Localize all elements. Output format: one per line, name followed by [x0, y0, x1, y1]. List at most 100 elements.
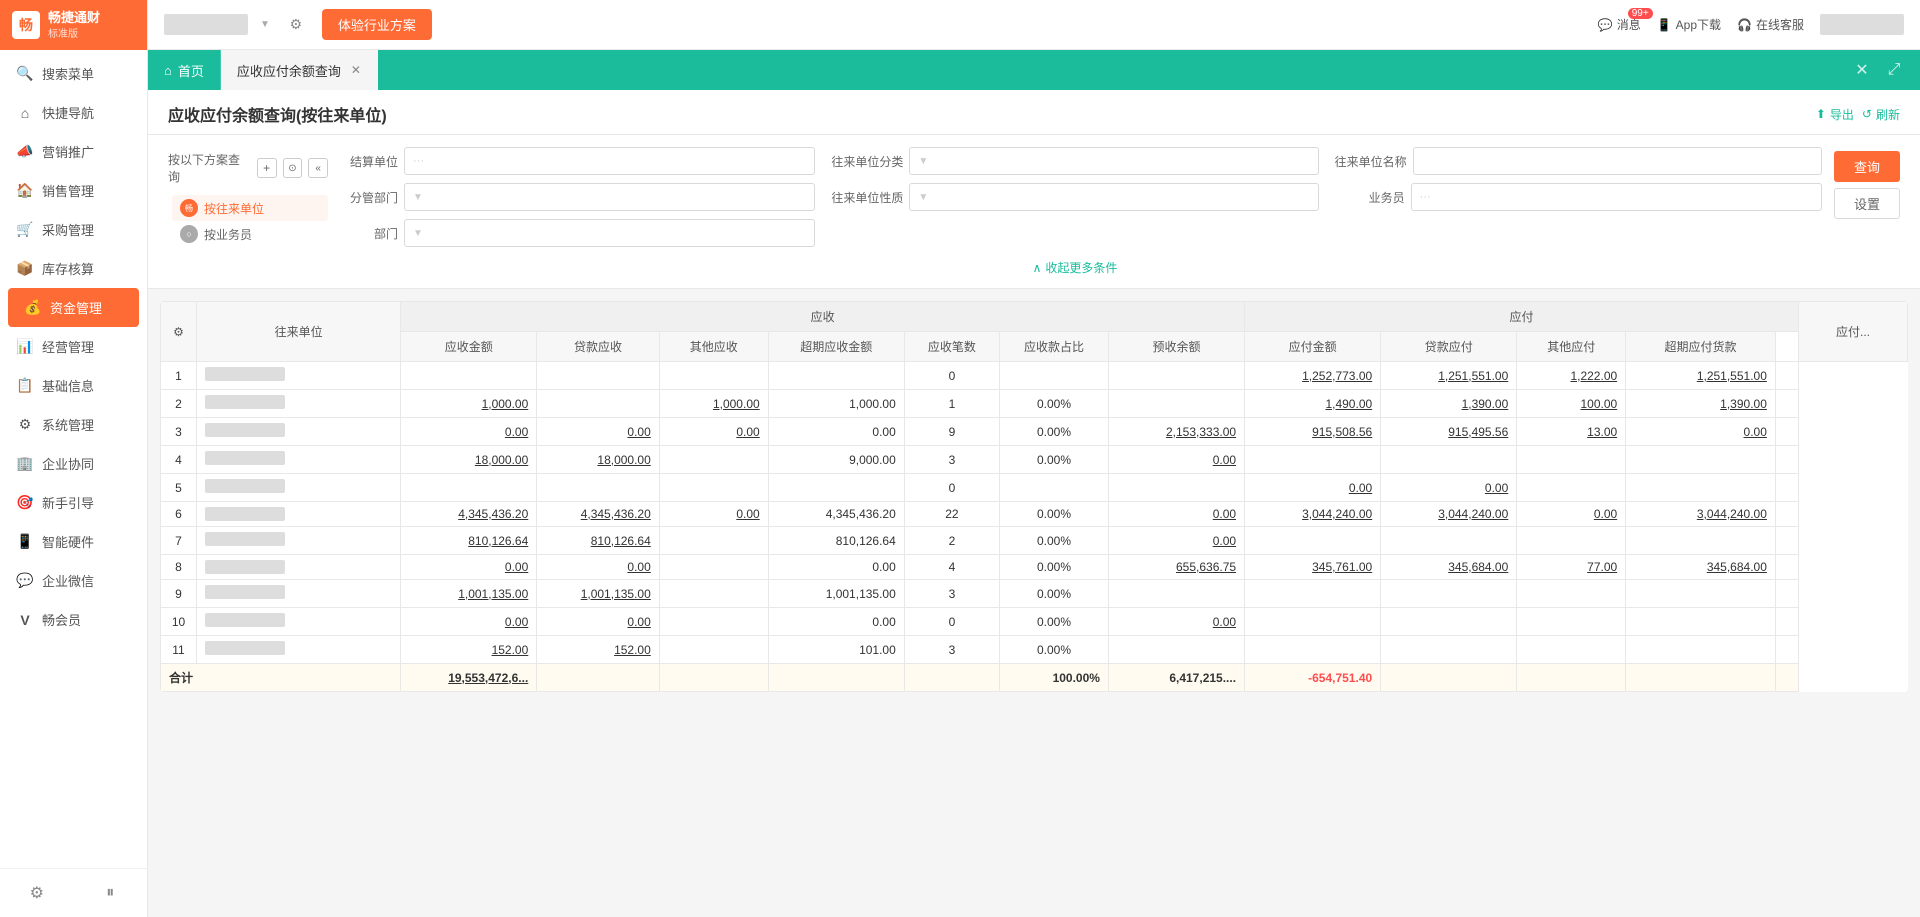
tab-ar-ap-query[interactable]: 应收应付余额查询 ✕ [221, 50, 378, 90]
table-cell[interactable]: 1,251,551.00 [1626, 362, 1776, 390]
sidebar-item-inventory[interactable]: 📦 库存核算 [0, 249, 147, 288]
table-cell[interactable]: 3,044,240.00 [1245, 502, 1381, 527]
table-cell[interactable]: 0.00 [537, 418, 660, 446]
table-cell[interactable]: 18,000.00 [401, 446, 537, 474]
table-cell[interactable]: 152.00 [537, 636, 660, 664]
app-download-button[interactable]: 📱 App下载 [1657, 16, 1721, 33]
table-cell[interactable]: 3,044,240.00 [1381, 502, 1517, 527]
sidebar-item-operation[interactable]: 📊 经营管理 [0, 327, 147, 366]
table-cell[interactable]: 3,044,240.00 [1626, 502, 1776, 527]
table-cell[interactable]: 152.00 [401, 636, 537, 664]
table-cell[interactable]: 2,153,333.00 [1108, 418, 1244, 446]
partner-category-select[interactable]: ▼ [909, 147, 1318, 175]
table-cell[interactable]: 1,251,551.00 [1381, 362, 1517, 390]
sidebar-item-enterprise[interactable]: 🏢 企业协同 [0, 444, 147, 483]
sidebar-item-purchase[interactable]: 🛒 采购管理 [0, 210, 147, 249]
table-cell[interactable]: 0.00 [401, 608, 537, 636]
table-cell[interactable]: 1,001,135.00 [401, 580, 537, 608]
partner-name-input[interactable] [1413, 147, 1822, 175]
filter-settings-button[interactable]: ⊙ [283, 158, 303, 178]
filter-add-button[interactable]: + [257, 158, 277, 178]
table-cell[interactable]: 0.00 [659, 502, 768, 527]
tab-maximize-icon[interactable]: ⤢ [1880, 56, 1908, 84]
table-cell[interactable]: 0.00 [659, 418, 768, 446]
sidebar-item-finance[interactable]: 💰 资金管理 [8, 288, 139, 327]
table-cell[interactable]: 0.00 [401, 555, 537, 580]
table-cell[interactable]: 1,000.00 [401, 390, 537, 418]
ar-count: 4 [904, 555, 999, 580]
table-cell[interactable]: 345,684.00 [1626, 555, 1776, 580]
table-cell[interactable]: 0.00 [1517, 502, 1626, 527]
table-row: 91,001,135.001,001,135.001,001,135.0030.… [161, 580, 1908, 608]
collapse-more-button[interactable]: ∧ 收起更多条件 [1025, 255, 1126, 280]
table-cell[interactable]: 13.00 [1517, 418, 1626, 446]
table-cell[interactable]: 1,390.00 [1626, 390, 1776, 418]
table-cell[interactable]: 1,001,135.00 [537, 580, 660, 608]
sidebar-collapse-icon[interactable]: ⏸ [94, 877, 126, 909]
table-cell[interactable]: 915,508.56 [1245, 418, 1381, 446]
table-cell[interactable]: 1,252,773.00 [1245, 362, 1381, 390]
sidebar-item-quick-nav[interactable]: ⌂ 快捷导航 [0, 93, 147, 132]
table-settings-icon[interactable]: ⚙ [173, 325, 184, 339]
sidebar-item-system[interactable]: ⚙ 系统管理 [0, 405, 147, 444]
table-cell[interactable]: 0.00 [537, 608, 660, 636]
online-service-button[interactable]: 🎧 在线客服 [1737, 16, 1804, 33]
table-cell[interactable]: 0.00 [537, 555, 660, 580]
table-cell[interactable]: 77.00 [1517, 555, 1626, 580]
sidebar-item-sales[interactable]: 🏠 销售管理 [0, 171, 147, 210]
table-cell[interactable]: 4,345,436.20 [537, 502, 660, 527]
table-cell[interactable]: 4,345,436.20 [401, 502, 537, 527]
table-cell[interactable]: 0.00 [1108, 608, 1244, 636]
table-cell[interactable]: 0.00 [1245, 474, 1381, 502]
sidebar-item-guide[interactable]: 🎯 新手引导 [0, 483, 147, 522]
gear-icon[interactable]: ⚙ [282, 11, 310, 39]
department-select[interactable]: ▼ [404, 219, 815, 247]
partner-nature-select[interactable]: ▼ [909, 183, 1318, 211]
tab-close-icon[interactable]: ✕ [351, 63, 361, 77]
table-cell [1245, 580, 1381, 608]
sidebar-item-search-menu[interactable]: 🔍 搜索菜单 [0, 54, 147, 93]
salesman-input[interactable]: ··· [1411, 183, 1822, 211]
setting-button[interactable]: 设置 [1834, 188, 1900, 219]
sidebar-settings-icon[interactable]: ⚙ [21, 877, 53, 909]
filter-collapse-button[interactable]: « [308, 158, 328, 178]
table-cell[interactable]: 100.00 [1517, 390, 1626, 418]
wechat-icon: 💬 [16, 572, 34, 589]
refresh-button[interactable]: ↺ 刷新 [1862, 106, 1900, 123]
table-cell[interactable]: 915,495.56 [1381, 418, 1517, 446]
scheme-by-salesman[interactable]: ○ 按业务员 [172, 221, 328, 247]
scheme-by-partner[interactable]: 畅 按往来单位 [172, 195, 328, 221]
table-wrapper[interactable]: ⚙ 往来单位 应收 应付 应付... 应收金额 贷款应收 其他应收 [160, 301, 1908, 692]
division-dept-select[interactable]: ▼ [404, 183, 815, 211]
sidebar-item-marketing[interactable]: 📣 营销推广 [0, 132, 147, 171]
table-cell[interactable]: 0.00 [401, 418, 537, 446]
sidebar-item-basic-info[interactable]: 📋 基础信息 [0, 366, 147, 405]
table-cell[interactable]: 810,126.64 [401, 527, 537, 555]
sidebar-item-member[interactable]: V 畅会员 [0, 600, 147, 639]
table-cell[interactable]: 655,636.75 [1108, 555, 1244, 580]
summary-ar-amount[interactable]: 19,553,472,6... [401, 664, 537, 692]
table-cell[interactable]: 0.00 [1108, 502, 1244, 527]
tab-close-window-icon[interactable]: ✕ [1848, 56, 1876, 84]
query-button[interactable]: 查询 [1834, 151, 1900, 182]
table-cell[interactable]: 345,684.00 [1381, 555, 1517, 580]
messages-button[interactable]: 💬 消息 99+ [1598, 16, 1641, 33]
table-cell[interactable]: 1,390.00 [1381, 390, 1517, 418]
sidebar-item-wechat[interactable]: 💬 企业微信 [0, 561, 147, 600]
table-cell[interactable]: 1,490.00 [1245, 390, 1381, 418]
sidebar-item-hardware[interactable]: 📱 智能硬件 [0, 522, 147, 561]
table-cell[interactable]: 0.00 [1108, 446, 1244, 474]
tab-home[interactable]: ⌂ 首页 [148, 50, 221, 90]
table-cell[interactable]: 0.00 [1626, 418, 1776, 446]
settlement-unit-input[interactable]: ··· [404, 147, 815, 175]
table-cell[interactable]: 1,222.00 [1517, 362, 1626, 390]
table-cell[interactable]: 0.00 [1381, 474, 1517, 502]
table-cell[interactable]: 0.00 [1108, 527, 1244, 555]
table-cell[interactable]: 810,126.64 [537, 527, 660, 555]
table-cell[interactable]: 1,000.00 [659, 390, 768, 418]
user-info[interactable]: 用户名 [1820, 14, 1904, 35]
table-cell[interactable]: 18,000.00 [537, 446, 660, 474]
table-cell[interactable]: 345,761.00 [1245, 555, 1381, 580]
solution-button[interactable]: 体验行业方案 [322, 9, 432, 40]
export-button[interactable]: ⬆ 导出 [1816, 106, 1854, 123]
